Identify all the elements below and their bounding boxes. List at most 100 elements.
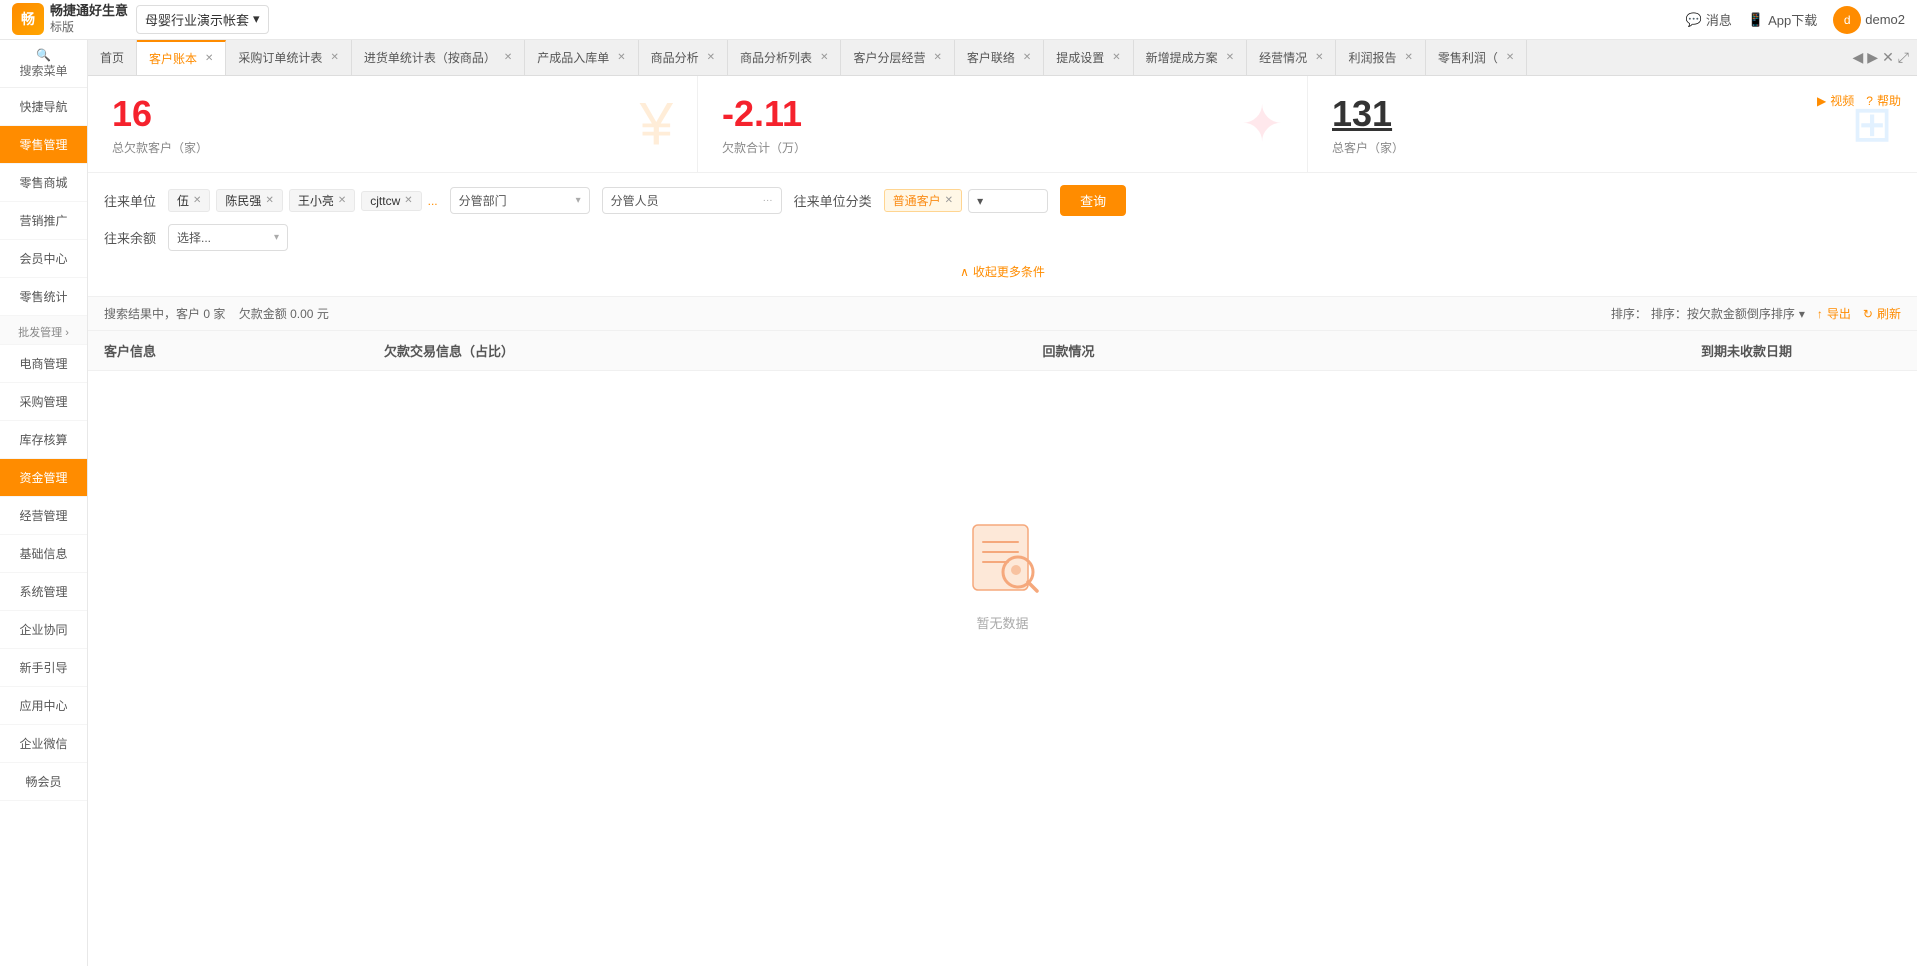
sidebar-item-quick-nav[interactable]: 快捷导航 — [0, 88, 87, 126]
export-icon: ↑ — [1817, 307, 1823, 321]
logo-text: 畅捷通好生意 标版 — [50, 3, 128, 35]
stat-value-total: 131 — [1332, 92, 1392, 135]
tab-close-icon[interactable]: ✕ — [1506, 52, 1514, 63]
filter-unit-tags: 伍 ✕ 陈民强 ✕ 王小亮 ✕ cjttcw ✕ — [168, 189, 438, 212]
tab-profit-report[interactable]: 利润报告 ✕ — [1336, 40, 1425, 75]
tab-improve-settings[interactable]: 提成设置 ✕ — [1044, 40, 1133, 75]
sidebar-item-enterprise[interactable]: 企业协同 — [0, 611, 87, 649]
sidebar-item-ops-mgmt[interactable]: 经营管理 — [0, 497, 87, 535]
col-header-transaction: 欠款交易信息（占比） — [384, 341, 1043, 360]
tab-close-icon[interactable]: ✕ — [820, 52, 828, 63]
empty-text: 暂无数据 — [953, 613, 1053, 632]
col-header-customer: 客户信息 — [104, 341, 384, 360]
help-button[interactable]: ? 帮助 — [1866, 92, 1901, 109]
tab-new-improve[interactable]: 新增提成方案 ✕ — [1134, 40, 1247, 75]
tab-prev-icon[interactable]: ◀ — [1853, 49, 1864, 66]
tab-close-icon[interactable]: ✕ — [1226, 52, 1234, 63]
tag-close-wu[interactable]: ✕ — [193, 195, 201, 206]
sidebar-item-guide[interactable]: 新手引导 — [0, 649, 87, 687]
tab-close-icon[interactable]: ✕ — [707, 52, 715, 63]
top-bar-right: 💬 消息 📱 App下载 d demo2 — [1686, 6, 1905, 34]
refresh-button[interactable]: ↻ 刷新 — [1863, 305, 1901, 322]
filter-tag-cjttcw[interactable]: cjttcw ✕ — [361, 191, 421, 211]
filter-dept-select[interactable]: 分管部门 ▾ — [450, 187, 590, 214]
tab-close-icon[interactable]: ✕ — [1405, 52, 1413, 63]
sidebar-item-corp-wechat[interactable]: 企业微信 — [0, 725, 87, 763]
sidebar-item-ecommerce[interactable]: 电商管理 — [0, 345, 87, 383]
filter-unit-type-tags: 普通客户 ✕ ▾ — [884, 189, 1048, 213]
tag-close-chen[interactable]: ✕ — [265, 195, 273, 206]
sidebar-item-retail-stats[interactable]: 零售统计 — [0, 278, 87, 316]
tab-customer-contact[interactable]: 客户联络 ✕ — [955, 40, 1044, 75]
sidebar-item-retail-mgmt[interactable]: 零售管理 — [0, 126, 87, 164]
export-button[interactable]: ↑ 导出 — [1817, 305, 1851, 322]
filter-person-dots: ··· — [763, 195, 773, 206]
sidebar-item-app-center[interactable]: 应用中心 — [0, 687, 87, 725]
sidebar-item-purchase[interactable]: 采购管理 — [0, 383, 87, 421]
tab-close-icon[interactable]: ✕ — [504, 52, 512, 63]
sort-select[interactable]: 排序： 排序：按欠款金额倒序排序 ▾ — [1611, 305, 1805, 322]
tab-close-all-icon[interactable]: ✕ — [1882, 49, 1894, 66]
result-summary: 搜索结果中，客户 0 家 欠款金额 0.00 元 — [104, 305, 329, 322]
tab-product-analysis-list[interactable]: 商品分析列表 ✕ — [728, 40, 841, 75]
tab-customer-account[interactable]: 客户账本 ✕ — [137, 40, 226, 75]
sidebar-item-vip[interactable]: 畅会员 — [0, 763, 87, 801]
stat-value-customers: 16 — [112, 92, 152, 135]
tab-ops-situation[interactable]: 经营情况 ✕ — [1247, 40, 1336, 75]
sort-label: 排序： — [1611, 305, 1647, 322]
tab-home[interactable]: 首页 — [88, 40, 137, 75]
sidebar-item-wholesale-mgmt[interactable]: 批发管理 › — [0, 316, 87, 345]
tag-close-wang[interactable]: ✕ — [338, 195, 346, 206]
tab-actions: ◀ ▶ ✕ ⤢ — [1845, 40, 1917, 75]
sidebar-item-sys-mgmt[interactable]: 系统管理 — [0, 573, 87, 611]
collapse-button[interactable]: ∧ 收起更多条件 — [960, 259, 1045, 284]
tab-product-analysis[interactable]: 商品分析 ✕ — [639, 40, 728, 75]
tag-close-cjttcw[interactable]: ✕ — [404, 195, 412, 206]
tab-cost-entry[interactable]: 产成品入库单 ✕ — [525, 40, 638, 75]
filter-person-input[interactable]: 分管人员 ··· — [602, 187, 782, 214]
filter-more-tags[interactable]: ... — [428, 194, 438, 208]
filter-unit-type-select[interactable]: ▾ — [968, 189, 1048, 213]
sidebar-item-marketing[interactable]: 营销推广 — [0, 202, 87, 240]
stat-value-amount: -2.11 — [722, 92, 802, 135]
chevron-up-icon: ∧ — [960, 265, 969, 279]
tab-customer-layered[interactable]: 客户分层经营 ✕ — [841, 40, 954, 75]
tab-close-icon[interactable]: ✕ — [205, 53, 213, 64]
tab-expand-icon[interactable]: ⤢ — [1898, 49, 1909, 66]
filter-tag-normal-customer[interactable]: 普通客户 ✕ — [884, 189, 962, 212]
tab-close-icon[interactable]: ✕ — [1112, 52, 1120, 63]
sidebar-item-basic-info[interactable]: 基础信息 — [0, 535, 87, 573]
filter-balance-select[interactable]: 选择... ▾ — [168, 224, 288, 251]
tab-purchase-order[interactable]: 采购订单统计表 ✕ — [226, 40, 351, 75]
tab-close-icon[interactable]: ✕ — [1315, 52, 1323, 63]
stats-wrapper: ¥ 16 总欠款客户（家） ✦ -2.11 欠款合计（万） ⊞ 131 总客 — [88, 76, 1917, 173]
tag-close-normal-customer[interactable]: ✕ — [945, 195, 953, 206]
messages-button[interactable]: 💬 消息 — [1686, 10, 1732, 29]
tab-close-icon[interactable]: ✕ — [617, 52, 625, 63]
sidebar-item-member-center[interactable]: 会员中心 — [0, 240, 87, 278]
tab-close-icon[interactable]: ✕ — [330, 52, 338, 63]
result-bar-right: 排序： 排序：按欠款金额倒序排序 ▾ ↑ 导出 ↻ 刷新 — [1611, 305, 1901, 322]
video-button[interactable]: ▶ 视频 — [1817, 92, 1854, 109]
stats-row: ¥ 16 总欠款客户（家） ✦ -2.11 欠款合计（万） ⊞ 131 总客 — [88, 76, 1917, 173]
user-menu[interactable]: d demo2 — [1833, 6, 1905, 34]
col-header-repayment: 回款情况 — [1043, 341, 1702, 360]
chevron-down-icon: ▾ — [1799, 307, 1805, 321]
filter-tag-wu[interactable]: 伍 ✕ — [168, 189, 210, 212]
tab-purchase-stats[interactable]: 进货单统计表（按商品） ✕ — [352, 40, 525, 75]
sidebar-search[interactable]: 🔍 搜索菜单 — [0, 40, 87, 88]
sidebar-item-retail-store[interactable]: 零售商城 — [0, 164, 87, 202]
tab-close-icon[interactable]: ✕ — [1023, 52, 1031, 63]
filter-tag-wang[interactable]: 王小亮 ✕ — [289, 189, 355, 212]
logo-area: 畅 畅捷通好生意 标版 — [12, 3, 128, 35]
sidebar-item-finance[interactable]: 资金管理 — [0, 459, 87, 497]
tab-retail-profit[interactable]: 零售利润（ ✕ — [1426, 40, 1527, 75]
query-button[interactable]: 查询 — [1060, 185, 1126, 216]
app-download-button[interactable]: 📱 App下载 — [1748, 10, 1817, 29]
tab-close-icon[interactable]: ✕ — [933, 52, 941, 63]
table-body: 暂无数据 — [88, 371, 1917, 771]
sidebar-item-inventory[interactable]: 库存核算 — [0, 421, 87, 459]
filter-tag-chen[interactable]: 陈民强 ✕ — [216, 189, 282, 212]
tab-next-icon[interactable]: ▶ — [1867, 49, 1878, 66]
org-selector[interactable]: 母婴行业演示帐套 ▾ — [136, 5, 269, 34]
